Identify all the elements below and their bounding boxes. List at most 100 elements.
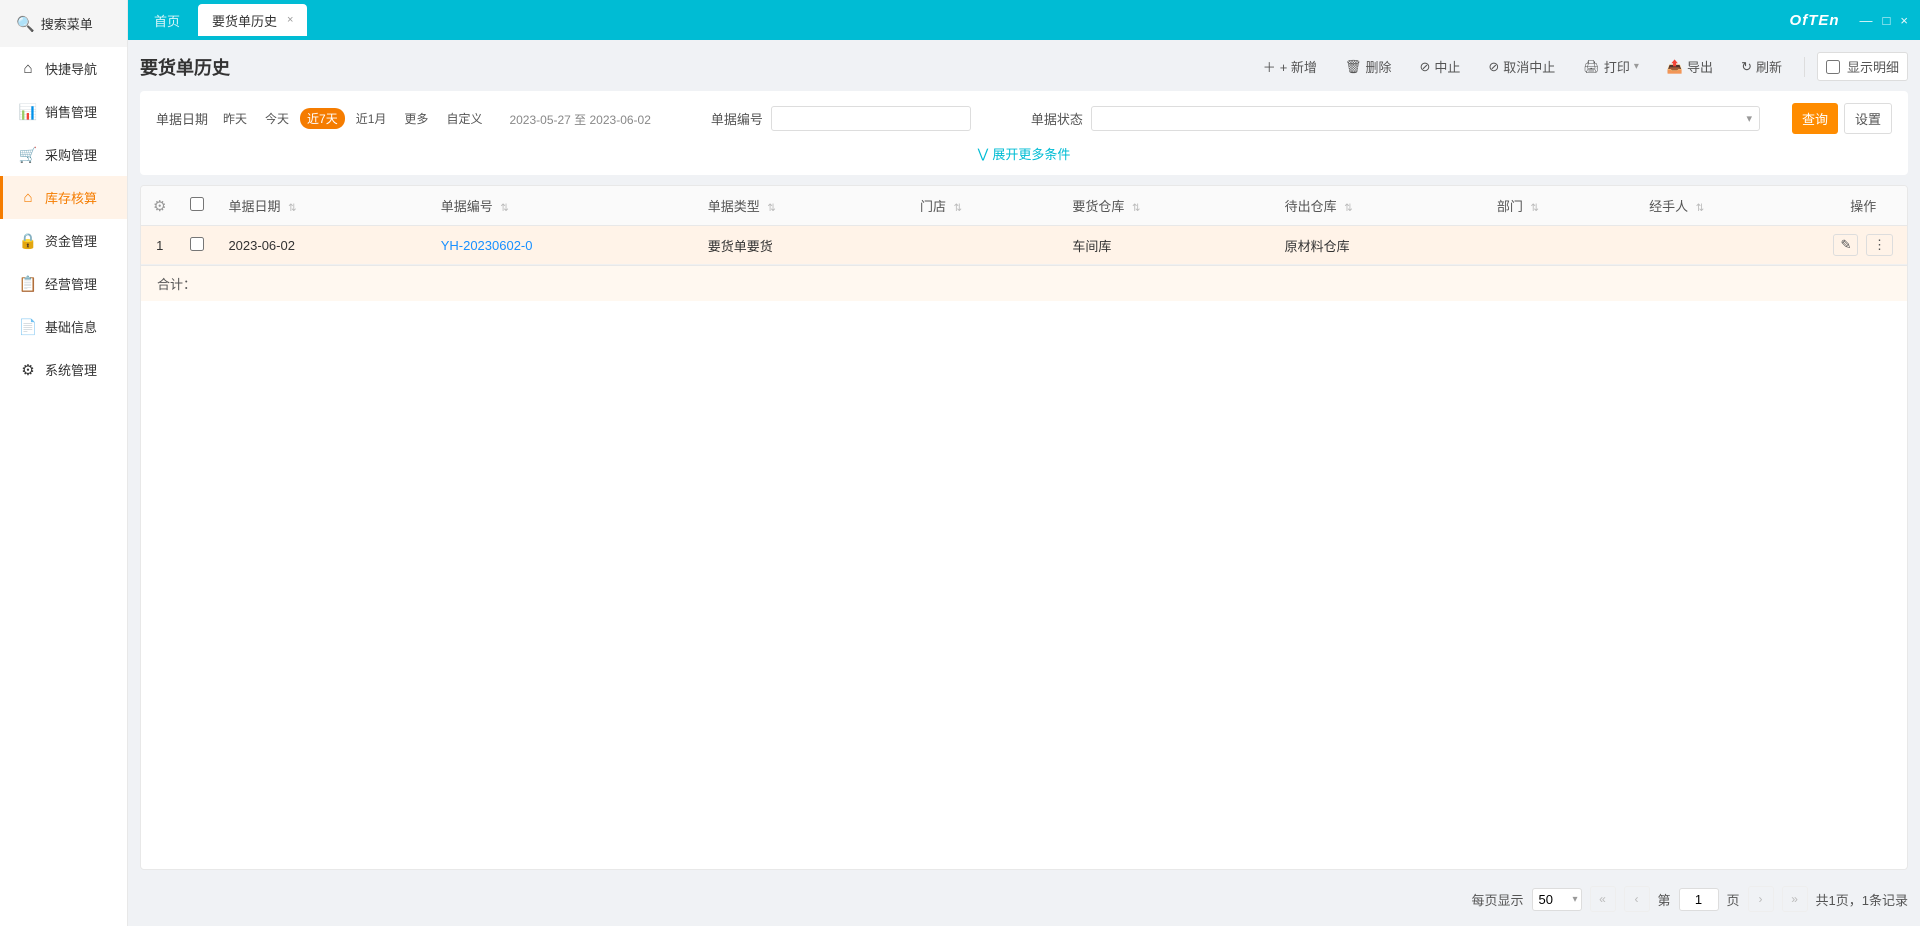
delete-icon: 🗑 bbox=[1345, 59, 1362, 75]
date-shortcut-1month[interactable]: 近1月 bbox=[349, 108, 394, 129]
sidebar-item-label: 资金管理 bbox=[45, 231, 97, 250]
row-dept bbox=[1485, 226, 1637, 265]
main-area: 首页 要货单历史 × OfTEn — □ × 要货单历史 ＋ + 新增 🗑 bbox=[128, 0, 1920, 926]
display-detail-checkbox[interactable] bbox=[1826, 60, 1840, 74]
th-order-type: 单据类型 ⇅ bbox=[696, 186, 908, 226]
sidebar-item-ops-mgmt[interactable]: 📋 经营管理 bbox=[0, 262, 127, 305]
status-label: 单据状态 bbox=[1031, 109, 1083, 128]
date-filter-group: 单据日期 昨天 今天 近7天 近1月 更多 自定义 bbox=[156, 108, 489, 129]
row-more-btn[interactable]: ⋮ bbox=[1866, 234, 1893, 256]
status-select[interactable] bbox=[1091, 106, 1760, 131]
th-order-type-label: 单据类型 bbox=[708, 199, 760, 214]
print-icon: 🖨 bbox=[1583, 59, 1600, 75]
th-order-no-label: 单据编号 bbox=[441, 199, 493, 214]
th-dept-sort-icon[interactable]: ⇅ bbox=[1530, 203, 1538, 214]
export-btn[interactable]: 📤 导出 bbox=[1657, 52, 1723, 81]
expand-more-icon: ⋁ bbox=[978, 146, 989, 162]
sidebar-item-finance-mgmt[interactable]: 🔒 资金管理 bbox=[0, 219, 127, 262]
filter-row-expand: ⋁ 展开更多条件 bbox=[156, 144, 1892, 163]
sidebar-search-label: 搜索菜单 bbox=[41, 14, 93, 33]
th-store-sort-icon[interactable]: ⇅ bbox=[954, 203, 962, 214]
print-btn[interactable]: 🖨 打印 ▾ bbox=[1573, 52, 1649, 81]
tab-home[interactable]: 首页 bbox=[140, 4, 194, 36]
tab-home-label: 首页 bbox=[154, 11, 180, 30]
row-edit-btn[interactable]: ✎ bbox=[1833, 234, 1858, 256]
query-btn[interactable]: 查询 bbox=[1792, 103, 1838, 134]
tab-close-icon[interactable]: × bbox=[287, 14, 293, 26]
sidebar-item-basic-info[interactable]: 📄 基础信息 bbox=[0, 305, 127, 348]
window-close-btn[interactable]: × bbox=[1900, 13, 1908, 28]
minimize-btn[interactable]: — bbox=[1860, 13, 1873, 28]
print-label: 打印 bbox=[1604, 57, 1630, 76]
date-shortcut-7days[interactable]: 近7天 bbox=[300, 108, 345, 129]
sidebar-search-btn[interactable]: 🔍 搜索菜单 bbox=[0, 0, 127, 47]
page-label: 第 bbox=[1658, 890, 1671, 909]
page-last-btn[interactable]: » bbox=[1782, 886, 1808, 912]
toolbar-divider bbox=[1804, 57, 1805, 77]
sidebar: 🔍 搜索菜单 ⌂ 快捷导航 📊 销售管理 🛒 采购管理 ⌂ 库存核算 🔒 资金管… bbox=[0, 0, 128, 926]
filter-settings-label: 设置 bbox=[1855, 109, 1881, 128]
th-date-label: 单据日期 bbox=[228, 199, 280, 214]
tab-active-label: 要货单历史 bbox=[212, 11, 277, 30]
chart-icon: 📊 bbox=[19, 103, 37, 121]
table-settings-gear-icon[interactable]: ⚙ bbox=[153, 198, 166, 215]
select-all-checkbox[interactable] bbox=[190, 197, 204, 211]
display-detail-btn[interactable]: 显示明细 bbox=[1817, 52, 1908, 81]
status-filter-group: 单据状态 ▾ bbox=[1031, 106, 1760, 131]
cancel-stop-label: 取消中止 bbox=[1503, 57, 1555, 76]
cancel-stop-btn[interactable]: ⊘ 取消中止 bbox=[1478, 52, 1565, 81]
sidebar-item-label: 基础信息 bbox=[45, 317, 97, 336]
page-prev-btn[interactable]: ‹ bbox=[1624, 886, 1650, 912]
lock-icon: 🔒 bbox=[19, 232, 37, 250]
th-req-warehouse-sort-icon[interactable]: ⇅ bbox=[1132, 203, 1140, 214]
date-shortcut-custom[interactable]: 自定义 bbox=[439, 108, 489, 129]
th-order-type-sort-icon[interactable]: ⇅ bbox=[767, 203, 775, 214]
th-handler-sort-icon[interactable]: ⇅ bbox=[1696, 203, 1704, 214]
refresh-btn[interactable]: ↻ 刷新 bbox=[1731, 52, 1792, 81]
th-settings: ⚙ bbox=[141, 186, 178, 226]
page-first-btn[interactable]: « bbox=[1590, 886, 1616, 912]
th-order-no-sort-icon[interactable]: ⇅ bbox=[500, 203, 508, 214]
row-order-type: 要货单要货 bbox=[696, 226, 908, 265]
print-arrow-icon: ▾ bbox=[1634, 61, 1639, 72]
date-shortcut-yesterday[interactable]: 昨天 bbox=[216, 108, 254, 129]
th-dept: 部门 ⇅ bbox=[1485, 186, 1637, 226]
page-input[interactable] bbox=[1679, 888, 1719, 911]
filter-settings-btn[interactable]: 设置 bbox=[1844, 103, 1892, 134]
sidebar-item-quick-nav[interactable]: ⌂ 快捷导航 bbox=[0, 47, 127, 90]
date-shortcut-today[interactable]: 今天 bbox=[258, 108, 296, 129]
page-size-select[interactable]: 10 20 50 100 bbox=[1532, 888, 1582, 911]
sidebar-item-label: 经营管理 bbox=[45, 274, 97, 293]
pagination-bar: 每页显示 10 20 50 100 ▾ « ‹ 第 页 › » 共1页，1条记录 bbox=[140, 880, 1908, 914]
th-action: 操作 bbox=[1819, 186, 1907, 226]
expand-more-btn[interactable]: ⋁ 展开更多条件 bbox=[978, 144, 1071, 163]
tab-active[interactable]: 要货单历史 × bbox=[198, 4, 307, 36]
search-icon: 🔍 bbox=[16, 15, 35, 33]
display-detail-label: 显示明细 bbox=[1847, 57, 1899, 76]
add-btn[interactable]: ＋ + 新增 bbox=[1253, 52, 1327, 81]
date-shortcut-more[interactable]: 更多 bbox=[397, 108, 435, 129]
add-icon: ＋ bbox=[1263, 57, 1276, 76]
sidebar-item-label: 系统管理 bbox=[45, 360, 97, 379]
sidebar-item-sys-mgmt[interactable]: ⚙ 系统管理 bbox=[0, 348, 127, 391]
row-checkbox[interactable] bbox=[190, 237, 204, 251]
row-order-no-link[interactable]: YH-20230602-0 bbox=[441, 238, 533, 253]
th-date: 单据日期 ⇅ bbox=[216, 186, 428, 226]
maximize-btn[interactable]: □ bbox=[1883, 13, 1891, 28]
cancel-stop-icon: ⊘ bbox=[1488, 59, 1499, 75]
page-next-btn[interactable]: › bbox=[1748, 886, 1774, 912]
sidebar-item-inventory[interactable]: ⌂ 库存核算 bbox=[0, 176, 127, 219]
sidebar-item-sales-mgmt[interactable]: 📊 销售管理 bbox=[0, 90, 127, 133]
page-titlebar: 要货单历史 ＋ + 新增 🗑 删除 ⊘ 中止 ⊘ 取消中止 bbox=[140, 52, 1908, 81]
order-no-input[interactable] bbox=[771, 106, 971, 131]
delete-btn[interactable]: 🗑 删除 bbox=[1335, 52, 1402, 81]
cart-icon: 🛒 bbox=[19, 146, 37, 164]
table-container: ⚙ 单据日期 ⇅ 单据编号 ⇅ bbox=[140, 185, 1908, 870]
row-date: 2023-06-02 bbox=[216, 226, 428, 265]
th-pending-warehouse-sort-icon[interactable]: ⇅ bbox=[1344, 203, 1352, 214]
sidebar-item-purchase-mgmt[interactable]: 🛒 采购管理 bbox=[0, 133, 127, 176]
th-date-sort-icon[interactable]: ⇅ bbox=[288, 203, 296, 214]
stop-btn[interactable]: ⊘ 中止 bbox=[1409, 52, 1470, 81]
gear-icon: ⚙ bbox=[19, 361, 37, 379]
table-footer-label: 合计： bbox=[157, 277, 196, 292]
